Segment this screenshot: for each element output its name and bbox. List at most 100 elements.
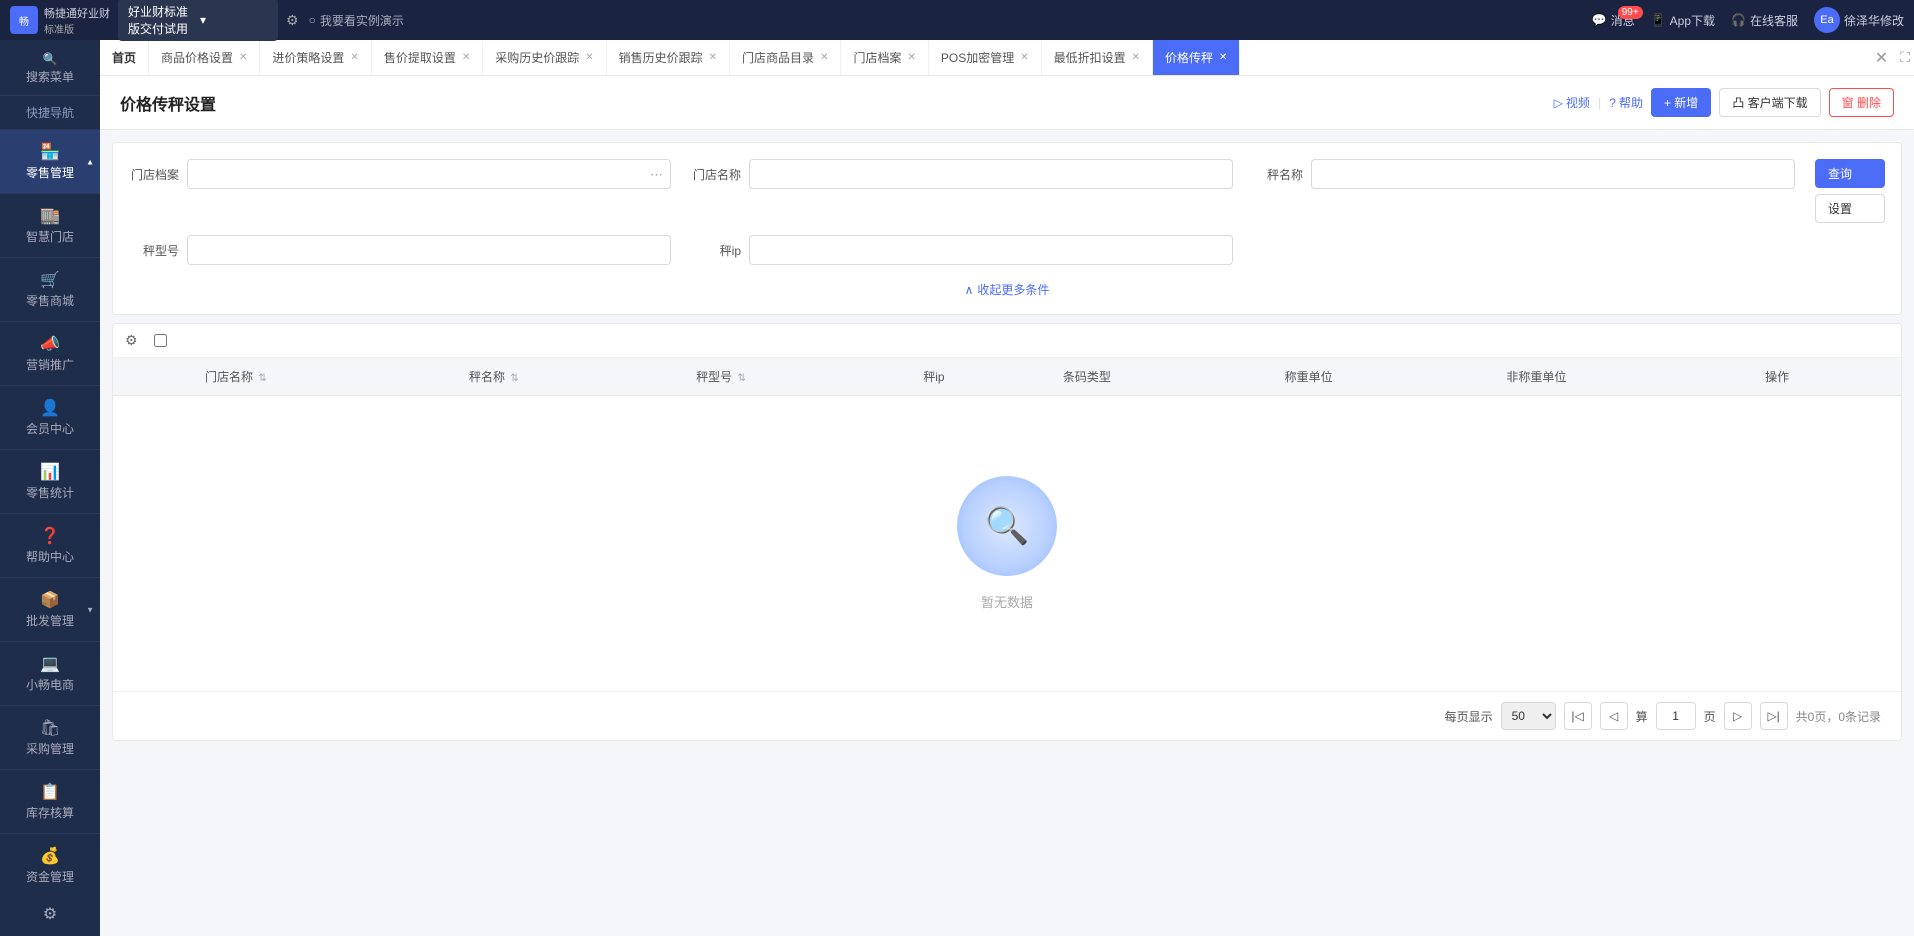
scale-name-label: 秤名称	[1253, 166, 1303, 183]
page-size-select[interactable]: 50 10 20 100	[1501, 702, 1556, 730]
help-circle-icon: ?	[1609, 96, 1616, 110]
help-icon: ❓	[40, 526, 60, 546]
sidebar-item-retail-mall[interactable]: 🛒 零售商城	[0, 258, 100, 322]
tab-close-icon[interactable]: ✕	[1219, 52, 1227, 63]
tab-bar-expand-btn[interactable]: ⛶	[1896, 49, 1914, 66]
video-link[interactable]: ▷ 视频	[1554, 94, 1590, 111]
pagination-first-btn[interactable]: |◁	[1564, 702, 1592, 730]
sidebar-item-purchase[interactable]: 🛍 采购管理	[0, 706, 100, 770]
inventory-icon: 📋	[40, 782, 60, 802]
messages-btn[interactable]: 💬 消息 99+	[1592, 12, 1635, 29]
column-settings-icon[interactable]: ⚙	[125, 332, 138, 349]
headset-icon: 🎧	[1731, 13, 1746, 27]
empty-icon	[957, 476, 1057, 576]
tab-close-icon[interactable]: ✕	[350, 52, 358, 63]
th-scale-name[interactable]: 秤名称 ⇅	[457, 358, 684, 396]
page-number-input[interactable]	[1656, 702, 1696, 730]
help-link[interactable]: ? 帮助	[1609, 94, 1643, 111]
tab-product-price[interactable]: 商品价格设置 ✕	[149, 40, 260, 75]
store-file-input-wrapper: ···	[187, 159, 671, 189]
user-menu[interactable]: Ea 徐泽华修改	[1814, 7, 1904, 33]
stats-icon: 📊	[40, 462, 60, 482]
online-service-btn[interactable]: 🎧 在线客服	[1731, 12, 1798, 29]
ellipsis-icon[interactable]: ···	[650, 167, 663, 182]
collapse-button[interactable]: ∧ 收起更多条件	[965, 281, 1050, 298]
settings-btn[interactable]: 设置	[1815, 194, 1885, 223]
th-store-name[interactable]: 门店名称 ⇅	[193, 358, 457, 396]
store-file-label: 门店档案	[129, 166, 179, 183]
sidebar-item-finance[interactable]: 💰 资金管理	[0, 834, 100, 892]
separator: |	[1598, 95, 1601, 110]
tab-price-scale[interactable]: 价格传秤 ✕	[1153, 40, 1240, 75]
top-bar: 畅 畅捷通好业财 标准版 好业财标准版交付试用 ▾ ⚙ ○ 我要看实例演示 💬 …	[0, 0, 1914, 40]
tab-close-icon[interactable]: ✕	[239, 52, 247, 63]
store-icon: 🏬	[40, 206, 60, 226]
sidebar-item-inventory[interactable]: 📋 库存核算	[0, 770, 100, 834]
tab-pos-management[interactable]: POS加密管理 ✕	[929, 40, 1042, 75]
sidebar-search[interactable]: 🔍 搜索菜单	[0, 40, 100, 96]
pagination-prev-btn[interactable]: ◁	[1600, 702, 1628, 730]
chevron-down-icon: ▾	[200, 13, 268, 27]
tab-close-icon[interactable]: ✕	[820, 52, 828, 63]
help-label: 帮助	[1619, 94, 1643, 111]
filter-row-2: 秤型号 秤ip	[129, 235, 1885, 265]
tab-purchase-history[interactable]: 采购历史价跟踪 ✕	[483, 40, 606, 75]
store-name-label: 门店名称	[691, 166, 741, 183]
tab-min-discount[interactable]: 最低折扣设置 ✕	[1042, 40, 1153, 75]
store-name-input[interactable]	[749, 159, 1233, 189]
message-icon: 💬	[1592, 13, 1607, 27]
marketing-icon: 📣	[40, 334, 60, 354]
tab-close-icon[interactable]: ✕	[462, 52, 470, 63]
gear-icon: ⚙	[43, 906, 57, 923]
sidebar-item-ecommerce[interactable]: 💻 小畅电商	[0, 642, 100, 706]
tab-purchase-strategy[interactable]: 进价策略设置 ✕	[260, 40, 371, 75]
tab-close-icon[interactable]: ✕	[907, 52, 915, 63]
tab-store-file[interactable]: 门店档案 ✕	[841, 40, 928, 75]
username-label: 徐泽华修改	[1844, 12, 1904, 29]
tab-close-icon[interactable]: ✕	[1020, 52, 1028, 63]
select-all-checkbox[interactable]	[154, 334, 167, 347]
tab-sale-history[interactable]: 销售历史价跟踪 ✕	[607, 40, 730, 75]
sidebar-item-wholesale[interactable]: 📦 批发管理	[0, 578, 100, 642]
tab-home[interactable]: 首页	[100, 40, 149, 75]
pagination-last-btn[interactable]: ▷|	[1760, 702, 1788, 730]
video-label: 视频	[1566, 94, 1590, 111]
filter-scale-model: 秤型号	[129, 235, 671, 265]
sidebar-item-help[interactable]: ❓ 帮助中心	[0, 514, 100, 578]
tab-sale-price-extract[interactable]: 售价提取设置 ✕	[372, 40, 483, 75]
tab-close-icon[interactable]: ✕	[709, 52, 717, 63]
sidebar-nav: 🏪 零售管理 🏬 智慧门店 🛒 零售商城 📣 营销推广 👤 会员中心 📊 零售统…	[0, 130, 100, 892]
app-download-btn[interactable]: 📱 App下载	[1651, 12, 1715, 29]
sidebar-settings-btn[interactable]: ⚙	[0, 892, 100, 936]
scale-name-input[interactable]	[1311, 159, 1795, 189]
download-button[interactable]: 凸 客户端下载	[1719, 88, 1820, 117]
sidebar-item-smart-store[interactable]: 🏬 智慧门店	[0, 194, 100, 258]
sidebar-item-retail-stats[interactable]: 📊 零售统计	[0, 450, 100, 514]
finance-icon: 💰	[40, 846, 60, 866]
th-scale-model[interactable]: 秤型号 ⇅	[684, 358, 911, 396]
scale-ip-label: 秤ip	[691, 242, 741, 259]
demo-link[interactable]: ○ 我要看实例演示	[309, 12, 404, 29]
messages-badge: 99+	[1618, 6, 1643, 19]
member-icon: 👤	[40, 398, 60, 418]
sidebar-item-member[interactable]: 👤 会员中心	[0, 386, 100, 450]
sort-icon: ⇅	[258, 373, 266, 384]
sidebar-item-marketing[interactable]: 📣 营销推广	[0, 322, 100, 386]
tab-store-catalog[interactable]: 门店商品目录 ✕	[730, 40, 841, 75]
query-button[interactable]: 查询	[1815, 159, 1885, 188]
tab-close-icon[interactable]: ✕	[585, 52, 593, 63]
tab-bar-close-btn[interactable]: ✕	[1867, 48, 1896, 68]
quick-select-dropdown[interactable]: 好业财标准版交付试用 ▾	[118, 0, 278, 41]
delete-button[interactable]: 窗 删除	[1829, 88, 1894, 117]
settings-icon[interactable]: ⚙	[286, 12, 299, 29]
pagination-total: 共0页，0条记录	[1796, 708, 1881, 725]
th-weight-unit: 称重单位	[1273, 358, 1495, 396]
sidebar-item-retail-management[interactable]: 🏪 零售管理	[0, 130, 100, 194]
add-button[interactable]: + 新增	[1651, 88, 1711, 117]
tab-close-icon[interactable]: ✕	[1132, 52, 1140, 63]
pagination-next-btn[interactable]: ▷	[1724, 702, 1752, 730]
scale-model-input[interactable]	[187, 235, 671, 265]
scale-ip-input[interactable]	[749, 235, 1233, 265]
logo-area: 畅 畅捷通好业财 标准版	[10, 5, 110, 36]
store-file-input[interactable]	[187, 159, 671, 189]
